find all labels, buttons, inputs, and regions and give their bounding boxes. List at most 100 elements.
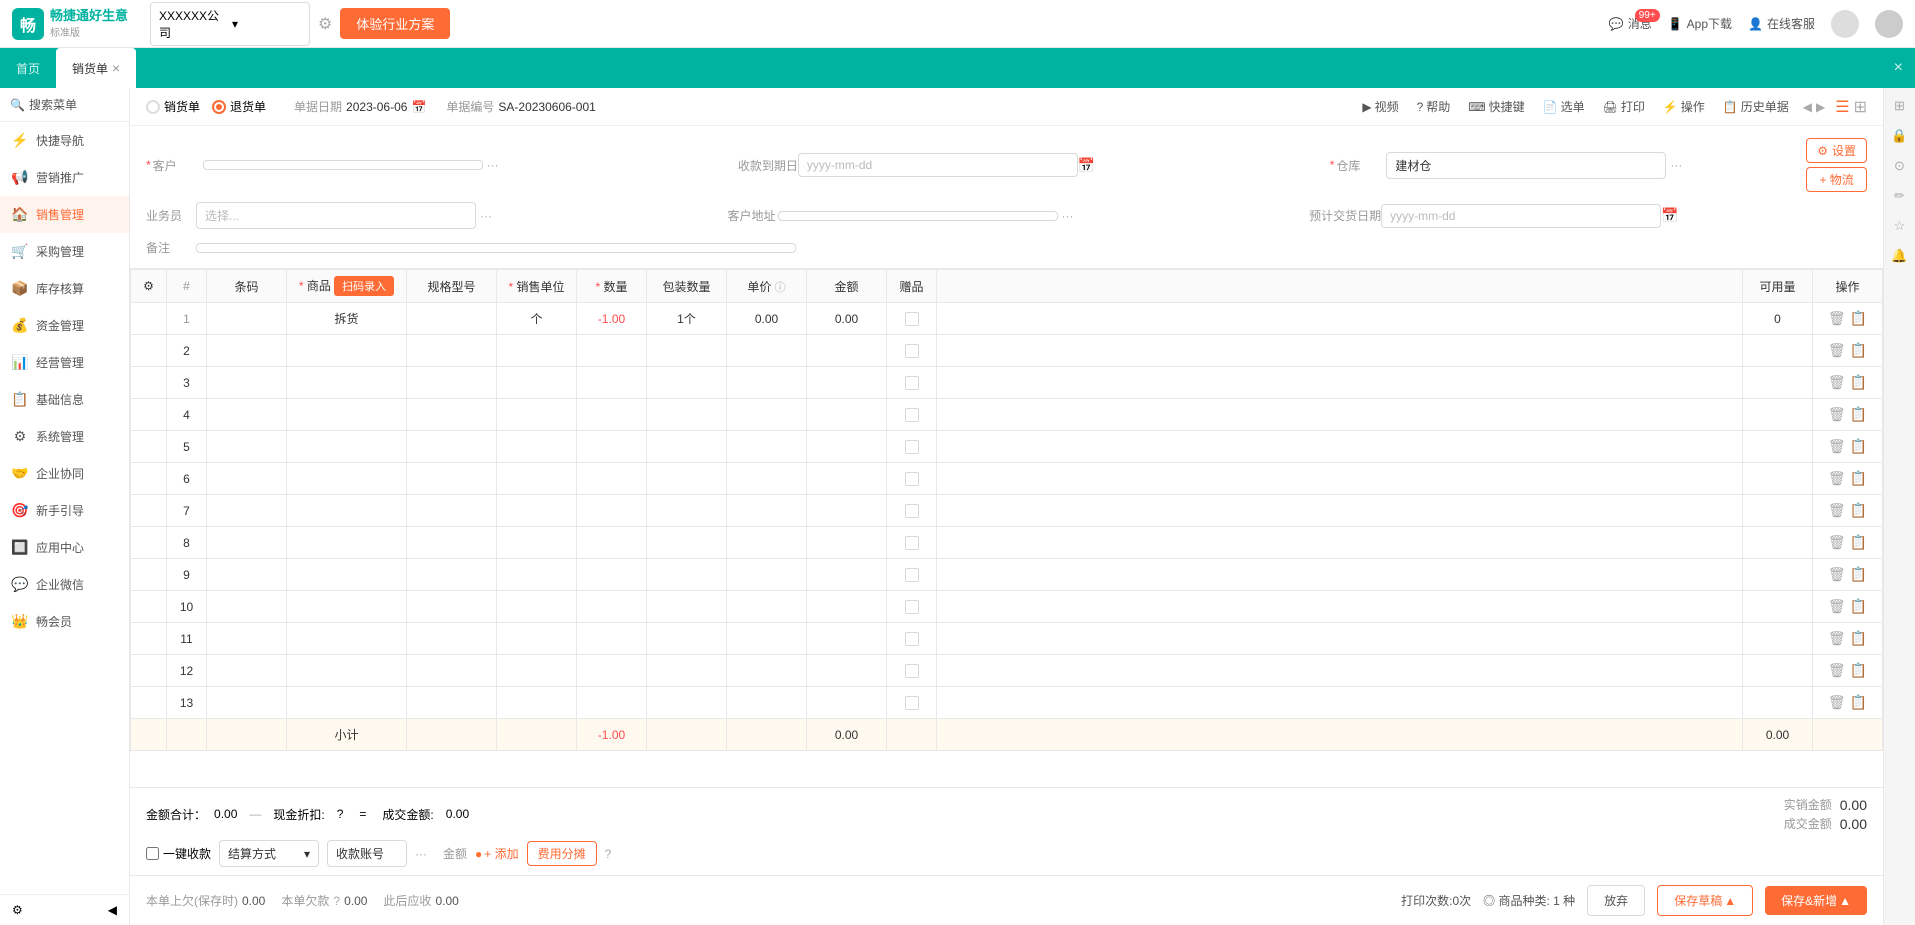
tab-home[interactable]: 首页 <box>0 48 56 88</box>
sidebar-item-guide[interactable]: 🎯 新手引导 <box>0 492 129 529</box>
r2-delete-icon[interactable]: 🗑 <box>1828 342 1846 359</box>
logistics-btn[interactable]: + 物流 <box>1806 167 1867 192</box>
r2-copy-icon[interactable]: 📋 <box>1850 342 1867 359</box>
add-payment-btn[interactable]: ● + 添加 <box>475 845 519 862</box>
sidebar-item-business[interactable]: 📊 经营管理 <box>0 344 129 381</box>
delivery-input[interactable]: yyyy-mm-dd <box>1381 204 1661 228</box>
message-btn[interactable]: 💬 消息 99+ <box>1609 15 1652 32</box>
notes-input[interactable] <box>196 243 796 253</box>
bank-account-input[interactable]: 收款账号 <box>327 840 407 867</box>
next-icon[interactable]: ▶ <box>1816 100 1825 114</box>
sidebar-item-wechat[interactable]: 💬 企业微信 <box>0 566 129 603</box>
sidebar-item-inventory[interactable]: 📦 库存核算 <box>0 270 129 307</box>
sidebar-item-enterprise[interactable]: 🤝 企业协同 <box>0 455 129 492</box>
one-click-checkbox[interactable] <box>146 847 159 860</box>
avatar[interactable] <box>1831 10 1859 38</box>
rp-btn-2[interactable]: 🔒 <box>1886 122 1914 150</box>
delivery-calendar-icon[interactable]: 📅 <box>1661 207 1678 224</box>
app-download-btn[interactable]: 📱 App下载 <box>1668 15 1732 32</box>
fee-split-btn[interactable]: 费用分摊 <box>527 841 597 866</box>
settings-gear-icon[interactable]: ⚙ <box>12 903 23 917</box>
list-view-btn[interactable]: ☰ <box>1835 97 1849 117</box>
warehouse-input[interactable]: 建材仓 <box>1386 152 1666 179</box>
video-btn[interactable]: ▶ 视频 <box>1358 96 1402 117</box>
date-value[interactable]: 2023-06-06 <box>346 100 407 114</box>
sidebar-item-quick-nav[interactable]: ⚡ 快捷导航 <box>0 122 129 159</box>
sidebar-item-marketing[interactable]: 📢 营销推广 <box>0 159 129 196</box>
row1-delete-icon[interactable]: 🗑 <box>1828 310 1846 327</box>
tab-sales[interactable]: 销货单 × <box>56 48 136 88</box>
address-dots[interactable]: ··· <box>1058 209 1078 223</box>
close-all-btn[interactable]: × <box>1882 59 1915 77</box>
sidebar-item-system[interactable]: ⚙ 系统管理 <box>0 418 129 455</box>
tab-close-icon[interactable]: × <box>112 60 120 76</box>
customer-dots[interactable]: ··· <box>483 158 503 172</box>
sidebar-item-finance[interactable]: 💰 资金管理 <box>0 307 129 344</box>
sidebar-item-sales[interactable]: 🏠 销售管理 <box>0 196 129 233</box>
rp-btn-4[interactable]: ✏ <box>1886 182 1914 210</box>
fee-help-icon[interactable]: ? <box>605 847 612 861</box>
rp-btn-5[interactable]: ☆ <box>1886 212 1914 240</box>
row1-unit[interactable]: 个 <box>497 303 577 335</box>
r3-delete[interactable]: 🗑 <box>1828 374 1846 391</box>
row1-qty[interactable]: -1.00 <box>577 303 647 335</box>
rp-btn-6[interactable]: 🔔 <box>1886 242 1914 270</box>
warehouse-dots[interactable]: ··· <box>1666 158 1686 172</box>
select-btn[interactable]: 📄 选单 <box>1539 96 1589 117</box>
r2-pack[interactable] <box>647 335 727 367</box>
avatar2[interactable] <box>1875 10 1903 38</box>
address-input[interactable] <box>778 211 1058 221</box>
customer-input[interactable] <box>203 160 483 170</box>
rp-btn-1[interactable]: ⊞ <box>1886 92 1914 120</box>
operate-btn[interactable]: ⚡ 操作 <box>1659 96 1709 117</box>
r2-gift[interactable] <box>887 335 937 367</box>
r2-spec[interactable] <box>407 335 497 367</box>
one-click-pay[interactable]: 一键收款 <box>146 845 211 862</box>
row1-pack[interactable]: 1个 <box>647 303 727 335</box>
calendar-icon[interactable]: 📅 <box>411 100 426 114</box>
salesperson-input[interactable]: 选择... <box>196 202 476 229</box>
settlement-method-input[interactable]: 结算方式 ▾ <box>219 840 319 867</box>
r2-barcode[interactable] <box>207 335 287 367</box>
shortcut-btn[interactable]: ⌨ 快捷键 <box>1464 96 1528 117</box>
row1-spec[interactable] <box>407 303 497 335</box>
trial-btn[interactable]: 体验行业方案 <box>340 8 450 39</box>
salesperson-dots[interactable]: ··· <box>476 209 496 223</box>
radio-sales[interactable]: 销货单 <box>146 98 200 115</box>
sidebar-item-appstore[interactable]: 🔲 应用中心 <box>0 529 129 566</box>
discount-help[interactable]: ? <box>337 807 344 821</box>
save-new-btn[interactable]: 保存&新增 ▲ <box>1765 886 1867 915</box>
settings-btn[interactable]: ⚙ 设置 <box>1806 138 1867 163</box>
scan-btn[interactable]: 扫码录入 <box>334 276 394 296</box>
r2-price[interactable] <box>727 335 807 367</box>
r2-qty[interactable] <box>577 335 647 367</box>
history-btn[interactable]: 📋 历史单据 <box>1719 96 1793 117</box>
sidebar-search[interactable]: 🔍 搜索菜单 <box>0 88 129 122</box>
owe-help-icon[interactable]: ? <box>333 894 340 908</box>
payment-calendar-icon[interactable]: 📅 <box>1078 157 1095 174</box>
r3-copy[interactable]: 📋 <box>1850 374 1867 391</box>
row1-gift[interactable] <box>887 303 937 335</box>
row1-product[interactable]: 拆货 <box>287 303 407 335</box>
sidebar-item-member[interactable]: 👑 畅会员 <box>0 603 129 640</box>
discard-btn[interactable]: 放弃 <box>1587 885 1645 916</box>
radio-return[interactable]: 退货单 <box>212 98 266 115</box>
collapse-icon[interactable]: ◀ <box>108 903 117 917</box>
row1-price[interactable]: 0.00 <box>727 303 807 335</box>
row1-copy-icon[interactable]: 📋 <box>1850 310 1867 327</box>
bank-dots[interactable]: ··· <box>415 847 427 861</box>
grid-view-btn[interactable]: ⊞ <box>1854 97 1867 117</box>
online-service-btn[interactable]: 👤 在线客服 <box>1748 15 1815 32</box>
print-btn[interactable]: 🖨 打印 <box>1599 96 1649 117</box>
sidebar-item-basic[interactable]: 📋 基础信息 <box>0 381 129 418</box>
row1-barcode[interactable] <box>207 303 287 335</box>
rp-btn-3[interactable]: ⊙ <box>1886 152 1914 180</box>
prev-icon[interactable]: ◀ <box>1803 100 1812 114</box>
sidebar-item-purchase[interactable]: 🛒 采购管理 <box>0 233 129 270</box>
help-btn[interactable]: ? 帮助 <box>1413 96 1455 117</box>
settings-icon[interactable]: ⚙ <box>318 14 332 34</box>
r2-product[interactable] <box>287 335 407 367</box>
company-selector[interactable]: XXXXXX公司 ▾ <box>150 2 310 46</box>
payment-due-input[interactable]: yyyy-mm-dd <box>798 153 1078 177</box>
save-draft-btn[interactable]: 保存草稿 ▲ <box>1657 885 1753 916</box>
